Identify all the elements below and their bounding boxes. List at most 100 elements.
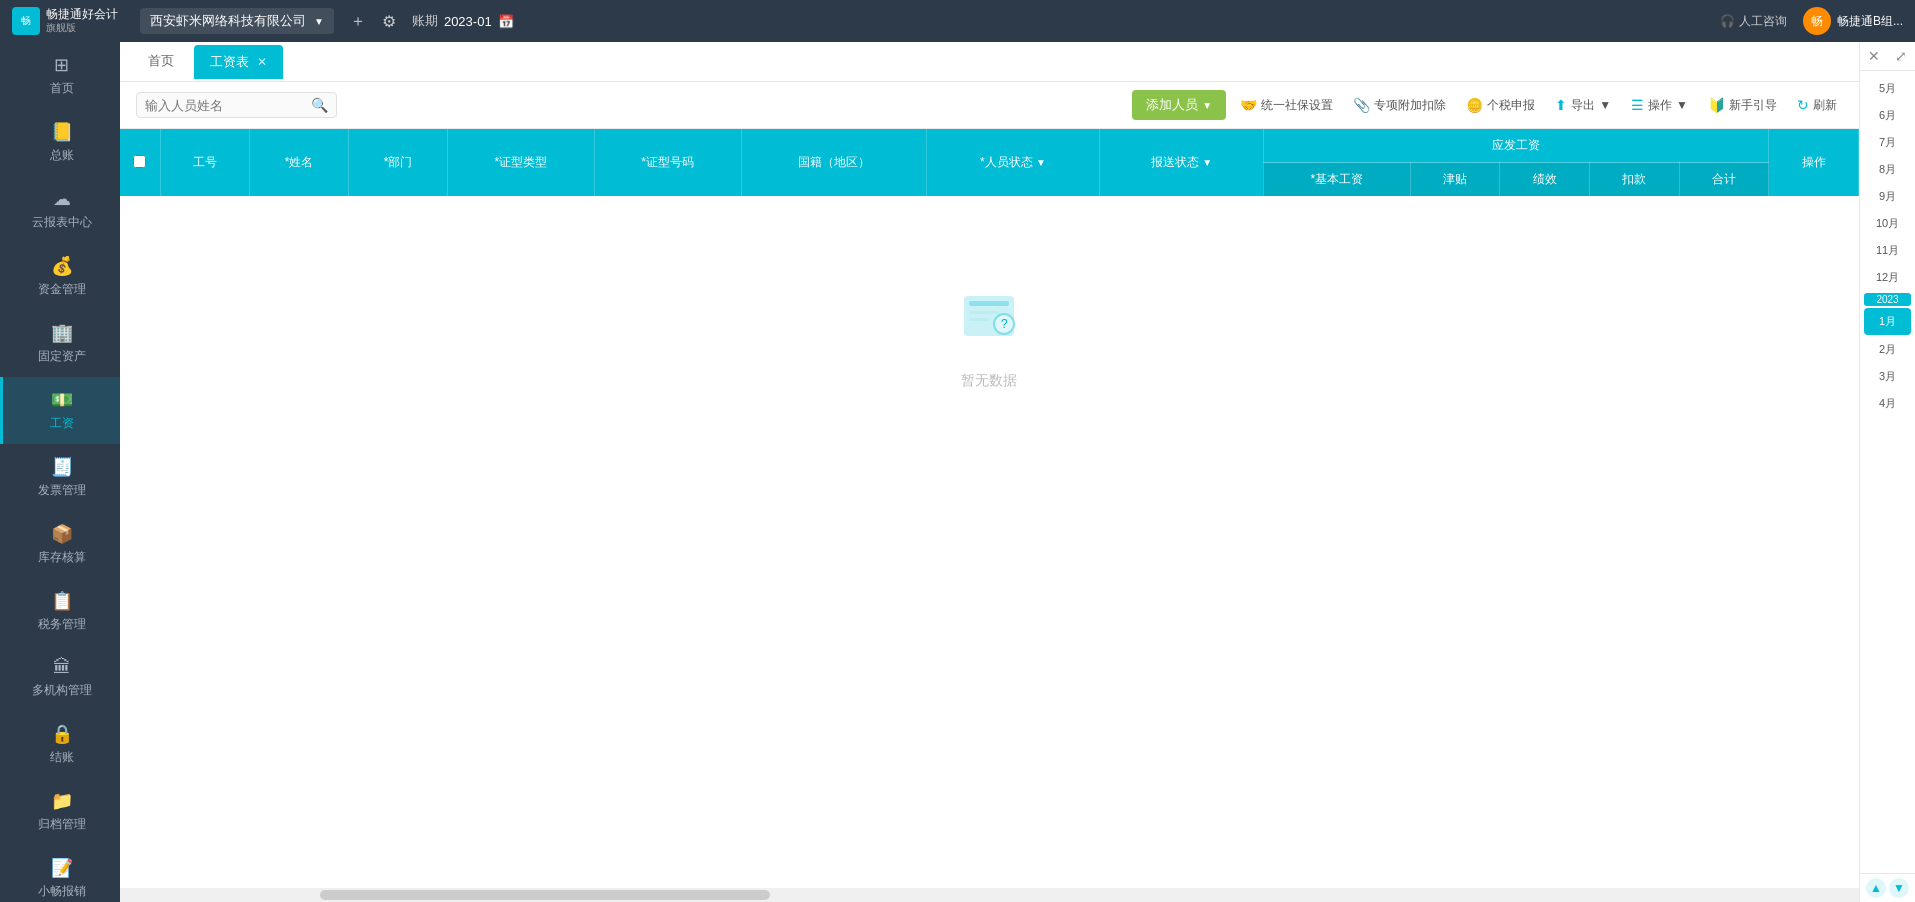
sidebar-item-fund[interactable]: 💰 资金管理 xyxy=(0,243,120,310)
actions-header: 操作 xyxy=(1769,129,1859,196)
guide-button[interactable]: 🔰 新手引导 xyxy=(1702,93,1783,118)
sidebar-item-label: 工资 xyxy=(50,415,74,432)
sidebar-item-archive[interactable]: 📁 归档管理 xyxy=(0,778,120,845)
expense-icon: 📝 xyxy=(51,857,73,879)
operations-button[interactable]: ☰ 操作 ▼ xyxy=(1625,93,1694,118)
deductions-header: 扣款 xyxy=(1589,163,1679,197)
month-item[interactable]: 6月 xyxy=(1860,102,1915,129)
sidebar-item-home[interactable]: ⊞ 首页 xyxy=(0,42,120,109)
table-container: 工号 *姓名 *部门 *证型类型 *证型号码 国籍（地区） *人员状态 ▼ 报送… xyxy=(120,129,1859,888)
salary-icon: 💵 xyxy=(51,389,73,411)
svg-rect-1 xyxy=(969,301,1009,306)
cloud-icon: ☁ xyxy=(53,188,71,210)
period-label: 账期 xyxy=(412,12,438,30)
right-panel-header: ✕ ⤢ xyxy=(1860,42,1915,71)
total-header: 合计 xyxy=(1679,163,1769,197)
report-filter-icon[interactable]: ▼ xyxy=(1202,157,1212,168)
user-info[interactable]: 畅 畅捷通B组... xyxy=(1803,7,1903,35)
guide-label: 新手引导 xyxy=(1729,97,1777,114)
sidebar-item-tax[interactable]: 📋 税务管理 xyxy=(0,578,120,645)
tax-report-button[interactable]: 🪙 个税申报 xyxy=(1460,93,1541,118)
operations-dropdown-arrow: ▼ xyxy=(1676,98,1688,112)
guide-toolbar-icon: 🔰 xyxy=(1708,97,1725,113)
tab-home[interactable]: 首页 xyxy=(132,44,190,80)
add-button[interactable]: ＋ xyxy=(346,7,370,36)
export-icon: ⬆ xyxy=(1555,97,1567,113)
special-deduction-icon: 📎 xyxy=(1353,97,1370,113)
fixed-assets-icon: 🏢 xyxy=(51,322,73,344)
department-header: *部门 xyxy=(349,129,448,196)
main-layout: ⊞ 首页 📒 总账 ☁ 云报表中心 💰 资金管理 🏢 固定资产 💵 工资 🧾 发… xyxy=(0,42,1915,902)
refresh-button[interactable]: ↻ 刷新 xyxy=(1791,93,1843,118)
month-item[interactable]: 2月 xyxy=(1860,336,1915,363)
right-panel: ✕ ⤢ 5月 6月 7月 8月 9月 10月 11月 12月 2023 1月 2… xyxy=(1859,42,1915,902)
panel-expand-button[interactable]: ⤢ xyxy=(1893,46,1909,66)
search-icon[interactable]: 🔍 xyxy=(311,97,328,113)
sidebar-item-label: 税务管理 xyxy=(38,616,86,633)
month-item[interactable]: 9月 xyxy=(1860,183,1915,210)
search-input[interactable] xyxy=(145,98,305,113)
tab-salary-table[interactable]: 工资表 ✕ xyxy=(194,45,283,79)
select-all-checkbox[interactable] xyxy=(133,155,146,168)
panel-up-button[interactable]: ▲ xyxy=(1866,878,1886,898)
status-header: *人员状态 ▼ xyxy=(926,129,1099,196)
month-item[interactable]: 8月 xyxy=(1860,156,1915,183)
sidebar-item-close[interactable]: 🔒 结账 xyxy=(0,711,120,778)
company-selector[interactable]: 西安虾米网络科技有限公司 ▼ xyxy=(140,8,334,34)
horizontal-scrollbar[interactable] xyxy=(320,890,770,900)
export-button[interactable]: ⬆ 导出 ▼ xyxy=(1549,93,1617,118)
company-dropdown-arrow: ▼ xyxy=(314,16,324,27)
sidebar-item-inventory[interactable]: 📦 库存核算 xyxy=(0,511,120,578)
sidebar-item-label: 结账 xyxy=(50,749,74,766)
sidebar-item-label: 固定资产 xyxy=(38,348,86,365)
sidebar-item-expense[interactable]: 📝 小畅报销 xyxy=(0,845,120,902)
panel-down-button[interactable]: ▼ xyxy=(1889,878,1909,898)
month-item[interactable]: 11月 xyxy=(1860,237,1915,264)
sidebar-item-label: 云报表中心 xyxy=(32,214,92,231)
status-filter-icon[interactable]: ▼ xyxy=(1036,157,1046,168)
service-button[interactable]: 🎧 人工咨询 xyxy=(1720,13,1787,30)
add-person-dropdown-arrow: ▼ xyxy=(1202,100,1212,111)
toolbar: 🔍 添加人员 ▼ 🤝 统一社保设置 📎 专项附加扣除 🪙 个税申报 xyxy=(120,82,1859,129)
month-item[interactable]: 7月 xyxy=(1860,129,1915,156)
sidebar-item-ledger[interactable]: 📒 总账 xyxy=(0,109,120,176)
service-label: 人工咨询 xyxy=(1739,13,1787,30)
settings-button[interactable]: ⚙ xyxy=(378,8,400,35)
logo-area: 畅 畅捷通好会计 旗舰版 xyxy=(12,7,132,35)
sidebar-item-cloud-report[interactable]: ☁ 云报表中心 xyxy=(0,176,120,243)
inventory-icon: 📦 xyxy=(51,523,73,545)
sidebar-item-salary[interactable]: 💵 工资 xyxy=(0,377,120,444)
calendar-icon[interactable]: 📅 xyxy=(498,14,514,29)
sidebar-item-invoice[interactable]: 🧾 发票管理 xyxy=(0,444,120,511)
no-data-area: ? 暂无数据 xyxy=(120,196,1859,470)
top-header: 畅 畅捷通好会计 旗舰版 西安虾米网络科技有限公司 ▼ ＋ ⚙ 账期 2023-… xyxy=(0,0,1915,42)
no-data-text: 暂无数据 xyxy=(961,372,1017,390)
employee-no-header: 工号 xyxy=(160,129,250,196)
search-wrap: 🔍 xyxy=(136,92,337,118)
sidebar-item-label: 资金管理 xyxy=(38,281,86,298)
basic-salary-header: *基本工资 xyxy=(1263,163,1410,197)
panel-close-button[interactable]: ✕ xyxy=(1866,46,1882,66)
tax-icon: 📋 xyxy=(51,590,73,612)
month-item[interactable]: 12月 xyxy=(1860,264,1915,291)
name-header: *姓名 xyxy=(250,129,349,196)
add-person-button[interactable]: 添加人员 ▼ xyxy=(1132,90,1226,120)
top-right: 🎧 人工咨询 畅 畅捷通B组... xyxy=(1720,7,1903,35)
tab-close-button[interactable]: ✕ xyxy=(257,55,267,69)
month-item[interactable]: 3月 xyxy=(1860,363,1915,390)
scroll-bar-area xyxy=(120,888,1859,902)
content-area: 首页 工资表 ✕ 🔍 添加人员 ▼ 🤝 统一社保设置 xyxy=(120,42,1859,902)
social-insurance-button[interactable]: 🤝 统一社保设置 xyxy=(1234,93,1339,118)
checkbox-column-header[interactable] xyxy=(120,129,160,196)
month-item[interactable]: 4月 xyxy=(1860,390,1915,417)
performance-header: 绩效 xyxy=(1500,163,1590,197)
toolbar-right: 添加人员 ▼ 🤝 统一社保设置 📎 专项附加扣除 🪙 个税申报 ⬆ 导 xyxy=(1132,90,1843,120)
export-dropdown-arrow: ▼ xyxy=(1599,98,1611,112)
special-deduction-button[interactable]: 📎 专项附加扣除 xyxy=(1347,93,1452,118)
month-item-current[interactable]: 1月 xyxy=(1864,308,1911,335)
sidebar-item-multi-org[interactable]: 🏛 多机构管理 xyxy=(0,645,120,711)
month-item[interactable]: 10月 xyxy=(1860,210,1915,237)
sidebar-item-fixed-assets[interactable]: 🏢 固定资产 xyxy=(0,310,120,377)
month-item[interactable]: 5月 xyxy=(1860,75,1915,102)
sidebar-item-label: 发票管理 xyxy=(38,482,86,499)
